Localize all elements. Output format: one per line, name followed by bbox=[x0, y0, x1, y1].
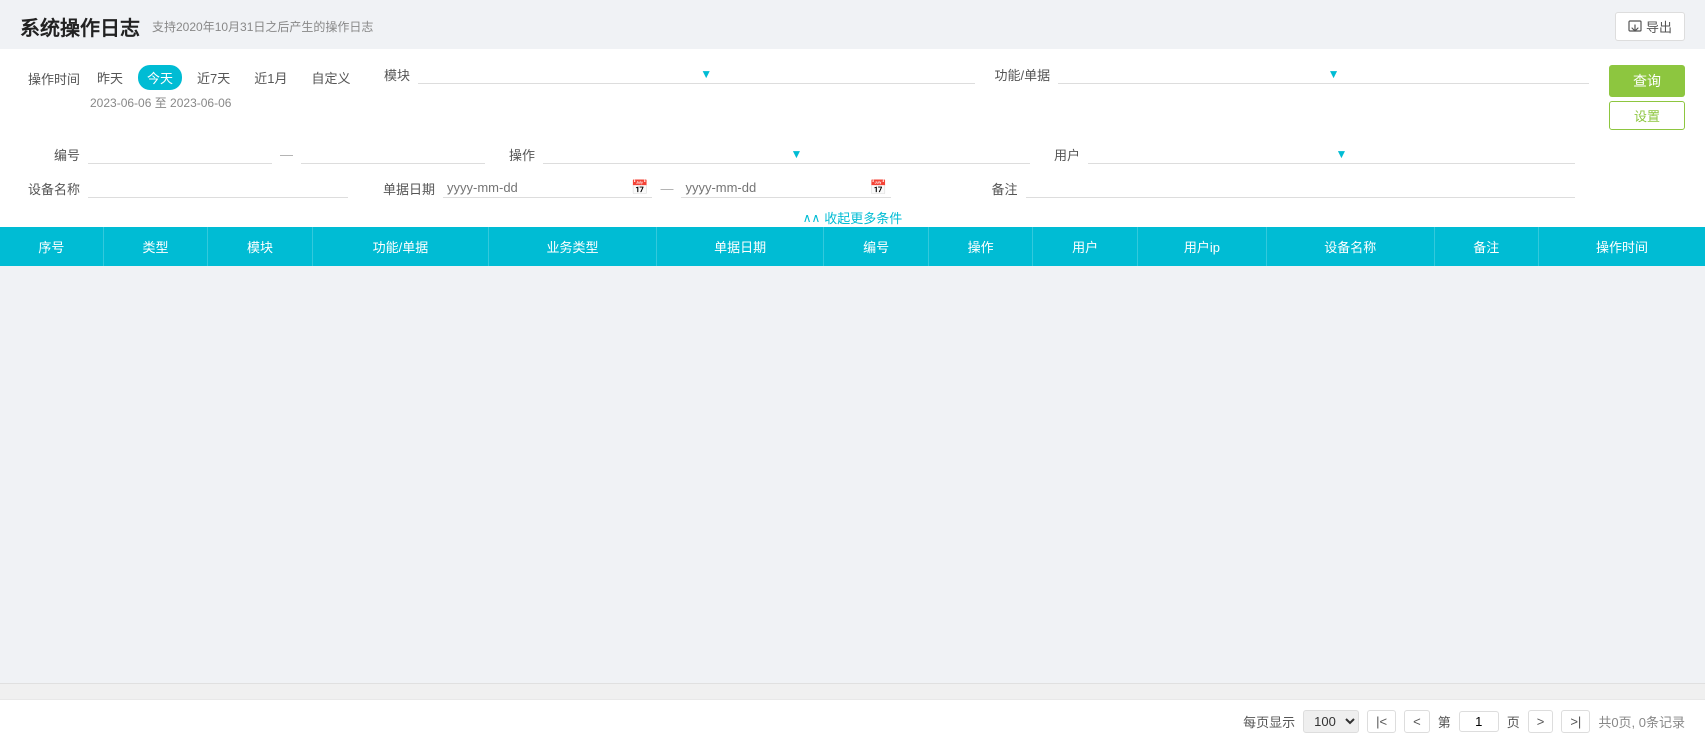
filter-section: 操作时间 昨天 今天 近7天 近1月 自定义 2023-06-06 至 2023… bbox=[0, 49, 1705, 227]
num-label: 编号 bbox=[20, 145, 80, 164]
op-arrow-icon: ▼ bbox=[791, 147, 1025, 161]
collapse-up-icon: ∧∧ bbox=[803, 211, 821, 225]
time-btn-7days[interactable]: 近7天 bbox=[188, 65, 239, 90]
time-btn-yesterday[interactable]: 昨天 bbox=[88, 65, 132, 90]
total-text: 共0页, 0条记录 bbox=[1598, 712, 1685, 731]
col-voucher-date: 单据日期 bbox=[656, 227, 824, 266]
voucher-date-label: 单据日期 bbox=[380, 179, 435, 198]
table-wrapper: 序号 类型 模块 功能/单据 业务类型 单据日期 编号 操作 用户 用户ip 设… bbox=[0, 227, 1705, 683]
time-btn-custom[interactable]: 自定义 bbox=[303, 65, 360, 90]
export-icon bbox=[1628, 20, 1642, 34]
data-table: 序号 类型 模块 功能/单据 业务类型 单据日期 编号 操作 用户 用户ip 设… bbox=[0, 227, 1705, 266]
table-header-row: 序号 类型 模块 功能/单据 业务类型 单据日期 编号 操作 用户 用户ip 设… bbox=[0, 227, 1705, 266]
time-btn-today[interactable]: 今天 bbox=[138, 65, 182, 90]
calendar-end-icon[interactable]: 📅 bbox=[865, 179, 890, 196]
col-user-ip: 用户ip bbox=[1137, 227, 1266, 266]
module-arrow-icon: ▼ bbox=[700, 67, 968, 81]
device-label: 设备名称 bbox=[20, 179, 80, 198]
col-op-time: 操作时间 bbox=[1539, 227, 1705, 266]
last-page-button[interactable]: >| bbox=[1561, 710, 1590, 733]
module-label: 模块 bbox=[380, 65, 410, 84]
module-select[interactable]: ▼ bbox=[418, 65, 975, 84]
page-subtitle: 支持2020年10月31日之后产生的操作日志 bbox=[152, 18, 373, 35]
collapse-label: 收起更多条件 bbox=[824, 208, 902, 227]
page-unit: 页 bbox=[1507, 712, 1520, 731]
col-func: 功能/单据 bbox=[312, 227, 488, 266]
col-device: 设备名称 bbox=[1266, 227, 1434, 266]
query-button[interactable]: 查询 bbox=[1609, 65, 1685, 97]
col-remark: 备注 bbox=[1434, 227, 1538, 266]
col-biz-type: 业务类型 bbox=[489, 227, 657, 266]
num-start-input[interactable] bbox=[88, 144, 272, 164]
date-dash: — bbox=[660, 181, 673, 196]
user-select[interactable]: ▼ bbox=[1088, 145, 1575, 164]
date-start-wrap: 📅 bbox=[443, 178, 652, 198]
per-page-label: 每页显示 bbox=[1243, 712, 1295, 731]
op-label: 操作 bbox=[505, 145, 535, 164]
date-end-wrap: 📅 bbox=[681, 178, 890, 198]
horizontal-scrollbar[interactable] bbox=[0, 683, 1705, 699]
op-select[interactable]: ▼ bbox=[543, 145, 1030, 164]
num-end-input[interactable] bbox=[301, 144, 485, 164]
page-title: 系统操作日志 bbox=[20, 12, 140, 41]
col-type: 类型 bbox=[103, 227, 207, 266]
page-number-input[interactable] bbox=[1459, 711, 1499, 732]
next-page-button[interactable]: > bbox=[1528, 710, 1554, 733]
collapse-row: ∧∧ 收起更多条件 bbox=[20, 208, 1685, 227]
func-arrow-icon: ▼ bbox=[1328, 67, 1583, 81]
export-label: 导出 bbox=[1646, 17, 1672, 36]
date-end-input[interactable] bbox=[681, 178, 865, 197]
per-page-select[interactable]: 100 50 200 bbox=[1303, 710, 1359, 733]
col-module: 模块 bbox=[208, 227, 312, 266]
func-label: 功能/单据 bbox=[995, 65, 1051, 84]
prev-page-button[interactable]: < bbox=[1404, 710, 1430, 733]
device-input[interactable] bbox=[88, 178, 348, 198]
time-btn-1month[interactable]: 近1月 bbox=[245, 65, 296, 90]
remark-input[interactable] bbox=[1026, 178, 1576, 198]
col-user: 用户 bbox=[1033, 227, 1137, 266]
collapse-button[interactable]: ∧∧ 收起更多条件 bbox=[803, 208, 903, 227]
col-op: 操作 bbox=[928, 227, 1032, 266]
user-label: 用户 bbox=[1050, 145, 1080, 164]
page-label: 第 bbox=[1438, 712, 1451, 731]
time-range-display: 2023-06-06 至 2023-06-06 bbox=[88, 94, 360, 111]
remark-label: 备注 bbox=[988, 179, 1018, 198]
time-label: 操作时间 bbox=[20, 65, 80, 88]
calendar-start-icon[interactable]: 📅 bbox=[627, 179, 652, 196]
col-num: 编号 bbox=[824, 227, 928, 266]
col-seq: 序号 bbox=[0, 227, 103, 266]
date-start-input[interactable] bbox=[443, 178, 627, 197]
export-button[interactable]: 导出 bbox=[1615, 12, 1685, 41]
pagination-footer: 每页显示 100 50 200 |< < 第 页 > >| 共0页, 0条记录 bbox=[0, 699, 1705, 743]
num-dash: — bbox=[280, 147, 293, 162]
user-arrow-icon: ▼ bbox=[1336, 147, 1570, 161]
func-select[interactable]: ▼ bbox=[1058, 65, 1589, 84]
settings-button[interactable]: 设置 bbox=[1609, 101, 1685, 130]
action-buttons: 查询 设置 bbox=[1609, 65, 1685, 130]
page-header: 系统操作日志 支持2020年10月31日之后产生的操作日志 导出 bbox=[0, 0, 1705, 49]
first-page-button[interactable]: |< bbox=[1367, 710, 1396, 733]
time-filter: 昨天 今天 近7天 近1月 自定义 2023-06-06 至 2023-06-0… bbox=[88, 65, 360, 111]
